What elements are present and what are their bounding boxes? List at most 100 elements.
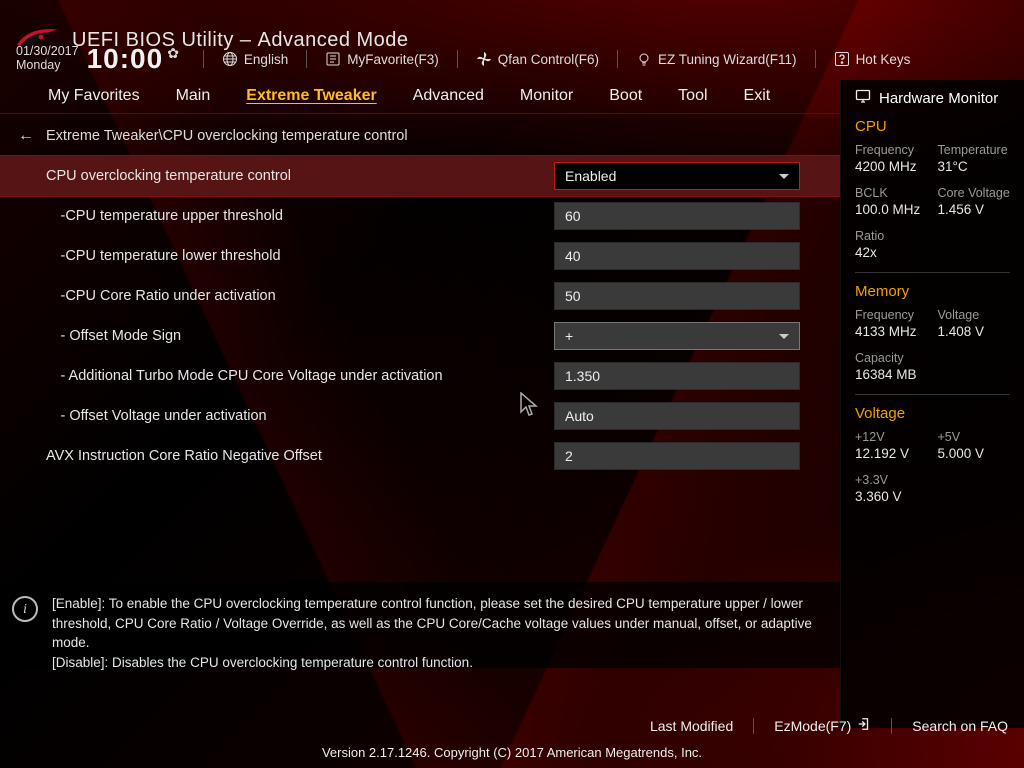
mem-frequency-label: Frequency bbox=[855, 308, 928, 322]
search-faq-button[interactable]: Search on FAQ bbox=[912, 718, 1008, 734]
divider bbox=[753, 718, 754, 734]
copyright-text: Version 2.17.1246. Copyright (C) 2017 Am… bbox=[0, 745, 1024, 760]
cpu-frequency-label: Frequency bbox=[855, 143, 928, 157]
hotkeys-button[interactable]: Hot Keys bbox=[834, 51, 911, 67]
help-panel: i [Enable]: To enable the CPU overclocki… bbox=[0, 582, 840, 668]
setting-input[interactable] bbox=[565, 248, 789, 264]
ezmode-button[interactable]: EzMode(F7) bbox=[774, 717, 871, 734]
v5-label: +5V bbox=[938, 430, 1011, 444]
setting-label: -CPU Core Ratio under activation bbox=[46, 288, 554, 304]
setting-row[interactable]: CPU overclocking temperature control Enab… bbox=[0, 156, 840, 196]
setting-input[interactable] bbox=[565, 208, 789, 224]
memory-section-title: Memory bbox=[855, 283, 1010, 300]
date-display: 01/30/2017 Monday bbox=[16, 45, 79, 73]
question-icon bbox=[834, 51, 850, 67]
ez-tuning-wizard-button[interactable]: EZ Tuning Wizard(F11) bbox=[636, 51, 797, 67]
setting-textfield[interactable] bbox=[554, 362, 800, 390]
setting-label: - Additional Turbo Mode CPU Core Voltage… bbox=[46, 368, 554, 384]
setting-label: - Offset Mode Sign bbox=[46, 328, 554, 344]
v33-label: +3.3V bbox=[855, 473, 1010, 487]
fan-icon bbox=[476, 51, 492, 67]
cpu-bclk-label: BCLK bbox=[855, 186, 928, 200]
divider bbox=[203, 50, 204, 68]
setting-input[interactable] bbox=[565, 288, 789, 304]
qfan-control-button[interactable]: Qfan Control(F6) bbox=[476, 51, 599, 67]
setting-row[interactable]: - Additional Turbo Mode CPU Core Voltage… bbox=[0, 356, 840, 396]
cpu-ratio-value: 42x bbox=[855, 245, 1010, 260]
mem-capacity-value: 16384 MB bbox=[855, 367, 1010, 382]
mem-capacity-label: Capacity bbox=[855, 351, 1010, 365]
setting-input[interactable] bbox=[565, 408, 789, 424]
voltage-section-title: Voltage bbox=[855, 405, 1010, 422]
v12-label: +12V bbox=[855, 430, 928, 444]
mem-voltage-label: Voltage bbox=[938, 308, 1011, 322]
gear-icon[interactable]: ✿ bbox=[167, 45, 179, 62]
cpu-frequency-value: 4200 MHz bbox=[855, 159, 928, 174]
setting-row[interactable]: -CPU temperature lower threshold bbox=[0, 236, 840, 276]
monitor-icon bbox=[855, 88, 871, 108]
setting-dropdown[interactable]: Enabled bbox=[554, 162, 800, 190]
setting-textfield[interactable] bbox=[554, 282, 800, 310]
divider bbox=[617, 50, 618, 68]
tab-monitor[interactable]: Monitor bbox=[502, 80, 591, 113]
setting-row[interactable]: -CPU temperature upper threshold bbox=[0, 196, 840, 236]
setting-textfield[interactable] bbox=[554, 402, 800, 430]
mem-voltage-value: 1.408 V bbox=[938, 324, 1011, 339]
setting-label: -CPU temperature lower threshold bbox=[46, 248, 554, 264]
setting-value: + bbox=[565, 328, 573, 344]
setting-dropdown[interactable]: + bbox=[554, 322, 800, 350]
setting-textfield[interactable] bbox=[554, 442, 800, 470]
bulb-icon bbox=[636, 51, 652, 67]
tab-exit[interactable]: Exit bbox=[726, 80, 789, 113]
v12-value: 12.192 V bbox=[855, 446, 928, 461]
v5-value: 5.000 V bbox=[938, 446, 1011, 461]
v33-value: 3.360 V bbox=[855, 489, 1010, 504]
cpu-section-title: CPU bbox=[855, 118, 1010, 135]
divider bbox=[457, 50, 458, 68]
help-text: [Enable]: To enable the CPU overclocking… bbox=[52, 594, 820, 658]
time-display[interactable]: 10:00 ✿ bbox=[87, 43, 179, 75]
cpu-ratio-label: Ratio bbox=[855, 229, 1010, 243]
cpu-temperature-value: 31°C bbox=[938, 159, 1011, 174]
favorite-icon bbox=[325, 51, 341, 67]
setting-value: Enabled bbox=[565, 168, 616, 184]
cpu-temperature-label: Temperature bbox=[938, 143, 1011, 157]
tab-extreme-tweaker[interactable]: Extreme Tweaker bbox=[228, 80, 394, 113]
divider bbox=[815, 50, 816, 68]
tab-boot[interactable]: Boot bbox=[591, 80, 660, 113]
back-button[interactable]: ← bbox=[18, 127, 34, 145]
divider bbox=[855, 272, 1010, 273]
tab-my-favorites[interactable]: My Favorites bbox=[30, 80, 158, 113]
globe-icon bbox=[222, 51, 238, 67]
myfavorite-button[interactable]: MyFavorite(F3) bbox=[325, 51, 439, 67]
hardware-monitor-panel: Hardware Monitor CPU Frequency 4200 MHz T… bbox=[840, 80, 1024, 728]
setting-row[interactable]: - Offset Voltage under activation bbox=[0, 396, 840, 436]
language-selector[interactable]: English bbox=[222, 51, 288, 67]
last-modified-button[interactable]: Last Modified bbox=[650, 718, 733, 734]
setting-textfield[interactable] bbox=[554, 202, 800, 230]
breadcrumb: Extreme Tweaker\CPU overclocking tempera… bbox=[46, 128, 408, 144]
hardware-monitor-title: Hardware Monitor bbox=[855, 88, 1010, 108]
cpu-bclk-value: 100.0 MHz bbox=[855, 202, 928, 217]
setting-label: AVX Instruction Core Ratio Negative Offs… bbox=[46, 448, 554, 464]
cpu-core-voltage-value: 1.456 V bbox=[938, 202, 1011, 217]
main-tabs: My FavoritesMainExtreme TweakerAdvancedM… bbox=[0, 80, 840, 114]
chevron-down-icon bbox=[779, 174, 789, 184]
setting-label: - Offset Voltage under activation bbox=[46, 408, 554, 424]
divider bbox=[855, 394, 1010, 395]
settings-list: CPU overclocking temperature control Enab… bbox=[0, 156, 840, 476]
mem-frequency-value: 4133 MHz bbox=[855, 324, 928, 339]
tab-advanced[interactable]: Advanced bbox=[395, 80, 502, 113]
setting-row[interactable]: -CPU Core Ratio under activation bbox=[0, 276, 840, 316]
setting-input[interactable] bbox=[565, 448, 789, 464]
chevron-down-icon bbox=[779, 334, 789, 344]
setting-row[interactable]: - Offset Mode Sign + bbox=[0, 316, 840, 356]
tab-main[interactable]: Main bbox=[158, 80, 229, 113]
setting-row[interactable]: AVX Instruction Core Ratio Negative Offs… bbox=[0, 436, 840, 476]
setting-label: CPU overclocking temperature control bbox=[46, 168, 554, 184]
exit-icon bbox=[857, 717, 871, 734]
setting-input[interactable] bbox=[565, 368, 789, 384]
info-icon: i bbox=[12, 596, 38, 622]
tab-tool[interactable]: Tool bbox=[660, 80, 725, 113]
setting-textfield[interactable] bbox=[554, 242, 800, 270]
